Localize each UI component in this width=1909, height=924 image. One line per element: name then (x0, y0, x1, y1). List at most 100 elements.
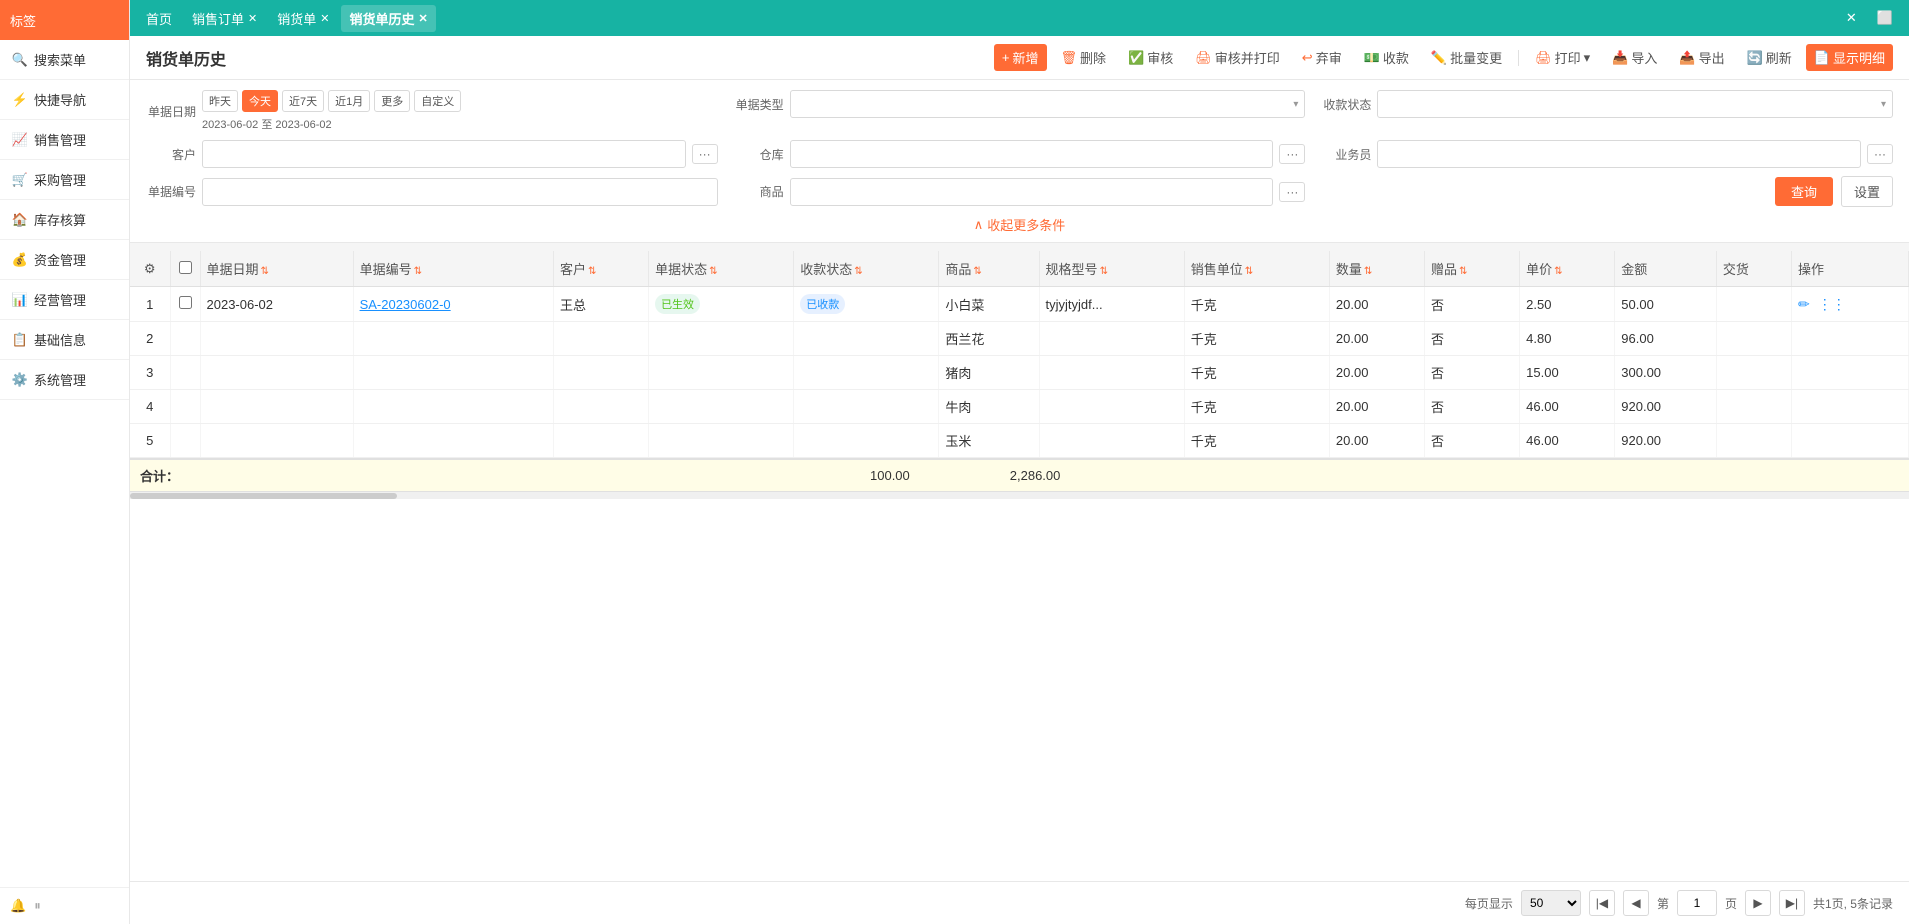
cell-trade (1716, 424, 1791, 458)
sidebar-item-sales-mgmt[interactable]: 📈 销售管理 (0, 120, 129, 160)
prev-page-btn[interactable]: ◀ (1623, 890, 1649, 916)
date-yesterday-btn[interactable]: 昨天 (202, 90, 238, 112)
doc-no-link[interactable]: SA-20230602-0 (360, 297, 451, 312)
batch-change-button[interactable]: ✏️ 批量变更 (1423, 44, 1510, 71)
cell-gift: 否 (1425, 356, 1520, 390)
customer-input[interactable] (202, 140, 686, 168)
abandon-button[interactable]: ↩ 弃审 (1294, 44, 1350, 71)
sidebar-item-fund-mgmt[interactable]: 💰 资金管理 (0, 240, 129, 280)
sidebar-item-basic-info[interactable]: 📋 基础信息 (0, 320, 129, 360)
th-qty[interactable]: 数量⇅ (1329, 251, 1424, 287)
warehouse-ellipsis-btn[interactable]: ··· (1279, 144, 1305, 164)
sidebar-item-search-menu[interactable]: 🔍 搜索菜单 (0, 40, 129, 80)
cell-trade (1716, 390, 1791, 424)
date-today-btn[interactable]: 今天 (242, 90, 278, 112)
show-detail-label: 显示明细 (1833, 48, 1885, 67)
refresh-button[interactable]: 🔄 刷新 (1739, 44, 1800, 71)
doc-type-label: 单据类型 (734, 96, 784, 113)
close-sales-order-icon[interactable]: ✕ (248, 12, 257, 25)
date-more-btn[interactable]: 更多 (374, 90, 410, 112)
select-all-checkbox[interactable] (179, 261, 192, 274)
first-page-btn[interactable]: |◀ (1589, 890, 1615, 916)
th-spec[interactable]: 规格型号⇅ (1039, 251, 1184, 287)
sidebar-item-quick-nav[interactable]: ⚡ 快捷导航 (0, 80, 129, 120)
th-gift[interactable]: 赠品⇅ (1425, 251, 1520, 287)
settings-gear-icon[interactable]: ⚙ (144, 261, 156, 276)
doc-no-input[interactable] (202, 178, 718, 206)
maximize-icon[interactable]: ⬜ (1869, 10, 1901, 26)
basic-info-icon: 📋 (12, 332, 28, 348)
date-label: 单据日期 (146, 103, 196, 120)
last-page-btn[interactable]: ▶| (1779, 890, 1805, 916)
edit-icon[interactable]: ✏ (1798, 296, 1810, 313)
audit-button[interactable]: ✅ 审核 (1120, 44, 1181, 71)
th-doc-date[interactable]: 单据日期⇅ (200, 251, 353, 287)
new-button[interactable]: + 新增 (994, 44, 1047, 71)
search-menu-icon: 🔍 (12, 52, 28, 68)
cell-price: 4.80 (1520, 322, 1615, 356)
tab-sales-delivery[interactable]: 销货单 ✕ (269, 5, 337, 32)
sidebar-item-purchase-mgmt[interactable]: 🛒 采购管理 (0, 160, 129, 200)
th-unit[interactable]: 销售单位⇅ (1184, 251, 1329, 287)
customer-ellipsis-btn[interactable]: ··· (692, 144, 718, 164)
pagination: 每页显示 50 100 200 |◀ ◀ 第 页 ▶ ▶| 共1页, 5条记录 (130, 881, 1909, 924)
sidebar-item-label: 经营管理 (34, 290, 86, 309)
tab-home[interactable]: 首页 (138, 5, 180, 32)
show-detail-button[interactable]: 📄 显示明细 (1806, 44, 1893, 71)
horizontal-scrollbar[interactable] (130, 491, 1909, 499)
product-input[interactable] (790, 178, 1274, 206)
audit-print-button[interactable]: 🖨 审核并打印 (1187, 44, 1288, 71)
page-label: 第 (1657, 895, 1669, 912)
collapse-button[interactable]: ∧ 收起更多条件 (146, 211, 1893, 238)
sidebar-item-sys-mgmt[interactable]: ⚙️ 系统管理 (0, 360, 129, 400)
summary-data: 100.00 2,286.00 (310, 468, 1909, 483)
cell-qty: 20.00 (1329, 287, 1424, 322)
cell-spec (1039, 390, 1184, 424)
sidebar-item-ops-mgmt[interactable]: 📊 经营管理 (0, 280, 129, 320)
per-page-label: 每页显示 (1465, 895, 1513, 912)
close-sales-delivery-icon[interactable]: ✕ (320, 12, 329, 25)
date-1month-btn[interactable]: 近1月 (328, 90, 370, 112)
th-customer[interactable]: 客户⇅ (553, 251, 648, 287)
payment-status-select[interactable]: ▾ (1377, 90, 1893, 118)
sidebar-item-inventory-calc[interactable]: 🏠 库存核算 (0, 200, 129, 240)
date-custom-btn[interactable]: 自定义 (414, 90, 461, 112)
print-button[interactable]: 🖨 打印 ▾ (1527, 44, 1598, 71)
payment-status-arrow-icon: ▾ (1881, 99, 1886, 110)
table-header-row: ⚙ 单据日期⇅ 单据编号⇅ 客户⇅ 单据状态⇅ (130, 251, 1909, 287)
sidebar-bottom-icon1[interactable]: 🔔 (10, 898, 26, 914)
salesperson-ellipsis-btn[interactable]: ··· (1867, 144, 1893, 164)
warehouse-input[interactable] (790, 140, 1274, 168)
th-product[interactable]: 商品⇅ (939, 251, 1039, 287)
th-price[interactable]: 单价⇅ (1520, 251, 1615, 287)
export-button[interactable]: 📤 导出 (1671, 44, 1732, 71)
salesperson-input[interactable] (1377, 140, 1861, 168)
close-sales-history-icon[interactable]: ✕ (419, 12, 428, 25)
cell-price: 2.50 (1520, 287, 1615, 322)
th-payment-status[interactable]: 收款状态⇅ (794, 251, 939, 287)
tab-sales-history[interactable]: 销货单历史 ✕ (341, 5, 435, 32)
sidebar-item-label: 快捷导航 (34, 90, 86, 109)
more-action-icon[interactable]: ⋮⋮ (1818, 296, 1846, 313)
delete-button[interactable]: 🗑 删除 (1053, 44, 1115, 71)
next-page-btn[interactable]: ▶ (1745, 890, 1771, 916)
cell-action (1791, 390, 1908, 424)
th-doc-status[interactable]: 单据状态⇅ (649, 251, 794, 287)
date-7days-btn[interactable]: 近7天 (282, 90, 324, 112)
setting-button[interactable]: 设置 (1841, 176, 1893, 207)
cell-doc-date (200, 390, 353, 424)
row-checkbox[interactable] (179, 296, 192, 309)
doc-type-select[interactable]: ▾ (790, 90, 1306, 118)
collect-button[interactable]: 💵 收款 (1356, 44, 1417, 71)
close-window-icon[interactable]: ✕ (1838, 10, 1865, 26)
sidebar-bottom-icon2[interactable]: ⏸ (34, 898, 41, 914)
import-button[interactable]: 📥 导入 (1604, 44, 1665, 71)
sidebar-item-label: 系统管理 (34, 370, 86, 389)
th-doc-no[interactable]: 单据编号⇅ (353, 251, 553, 287)
query-button[interactable]: 查询 (1775, 177, 1833, 206)
sort-doc-status-icon: ⇅ (709, 266, 717, 277)
product-ellipsis-btn[interactable]: ··· (1279, 182, 1305, 202)
per-page-select[interactable]: 50 100 200 (1521, 890, 1581, 916)
page-number-input[interactable] (1677, 890, 1717, 916)
tab-sales-order[interactable]: 销售订单 ✕ (184, 5, 265, 32)
